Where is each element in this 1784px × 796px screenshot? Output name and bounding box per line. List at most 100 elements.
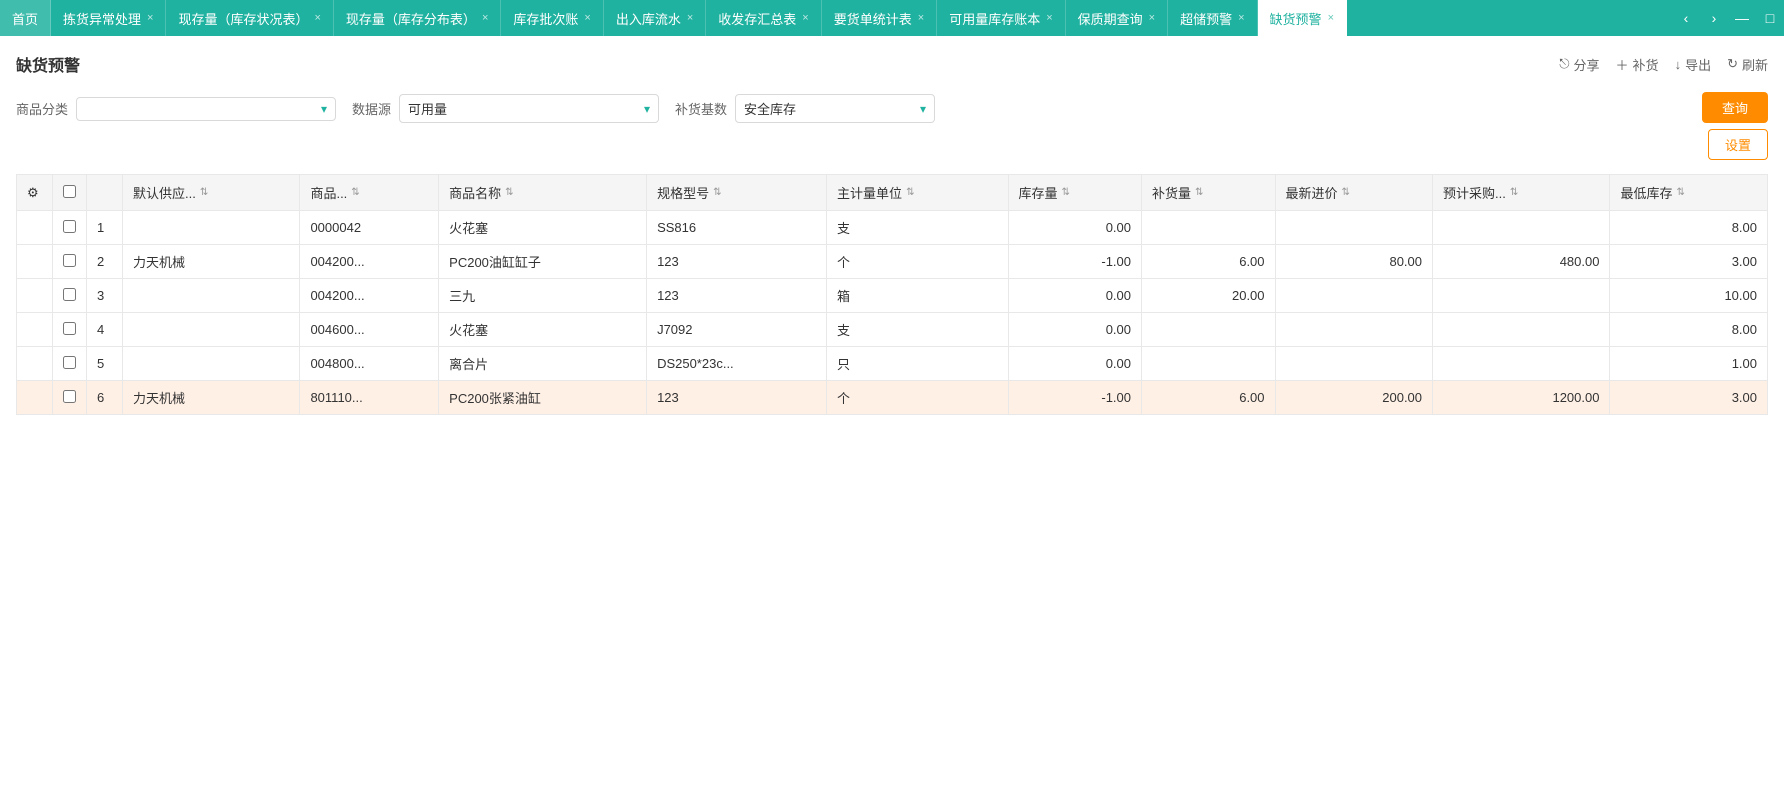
unit: 箱 — [827, 279, 1008, 313]
stock-qty: -1.00 — [1008, 381, 1142, 415]
tab-expiry[interactable]: 保质期查询 × — [1066, 0, 1168, 36]
th-product-code[interactable]: 商品... ⇅ — [300, 175, 439, 211]
tab-available-ledger[interactable]: 可用量库存账本 × — [937, 0, 1065, 36]
refresh-icon: ↻ — [1727, 56, 1738, 72]
close-tab-shortage[interactable]: × — [1328, 12, 1334, 24]
replenish-icon: ＋ — [1616, 55, 1629, 74]
refresh-button[interactable]: ↻ 刷新 — [1727, 55, 1768, 74]
tab-inventory-dist[interactable]: 现存量（库存分布表） × — [334, 0, 501, 36]
page-title: 缺货预警 — [16, 52, 80, 76]
checkbox-cell[interactable] — [53, 347, 87, 381]
sort-spec-icon: ⇅ — [713, 187, 721, 198]
row-num: 4 — [87, 313, 123, 347]
replenish-qty: 6.00 — [1142, 245, 1276, 279]
th-replenish-qty[interactable]: 补货量 ⇅ — [1142, 175, 1276, 211]
checkbox-cell[interactable] — [53, 211, 87, 245]
tab-overstock[interactable]: 超储预警 × — [1168, 0, 1257, 36]
th-unit[interactable]: 主计量单位 ⇅ — [827, 175, 1008, 211]
table-row: 5004800...离合片DS250*23c...只0.001.00 — [17, 347, 1768, 381]
tab-bar: 首页 拣货异常处理 × 现存量（库存状况表） × 现存量（库存分布表） × 库存… — [0, 0, 1784, 36]
stock-qty: 0.00 — [1008, 279, 1142, 313]
stock-qty: 0.00 — [1008, 211, 1142, 245]
maximize-btn[interactable]: □ — [1756, 0, 1784, 36]
checkbox-cell[interactable] — [53, 279, 87, 313]
datasource-value: 可用量 — [408, 99, 447, 118]
row-checkbox-3[interactable] — [63, 322, 76, 335]
product-name: 火花塞 — [439, 211, 647, 245]
product-code: 0000042 — [300, 211, 439, 245]
row-num: 1 — [87, 211, 123, 245]
close-tab-inout-flow[interactable]: × — [687, 12, 693, 24]
latest-price — [1275, 313, 1432, 347]
checkbox-cell[interactable] — [53, 245, 87, 279]
row-checkbox-2[interactable] — [63, 288, 76, 301]
unit: 个 — [827, 381, 1008, 415]
close-tab-exception[interactable]: × — [147, 12, 153, 24]
category-chevron-icon: ▾ — [321, 102, 327, 116]
settings-button[interactable]: 设置 — [1708, 129, 1768, 160]
category-filter-group: 商品分类 ▾ — [16, 97, 336, 121]
th-est-purchase[interactable]: 预计采购... ⇅ — [1433, 175, 1610, 211]
replenish-qty — [1142, 211, 1276, 245]
row-num: 6 — [87, 381, 123, 415]
th-latest-price[interactable]: 最新进价 ⇅ — [1275, 175, 1432, 211]
row-checkbox-1[interactable] — [63, 254, 76, 267]
table-header: ⚙ 默认供应... ⇅ 商品... ⇅ — [17, 175, 1768, 211]
tab-order-stats[interactable]: 要货单统计表 × — [822, 0, 937, 36]
tab-shortage[interactable]: 缺货预警 × — [1258, 0, 1347, 36]
close-tab-inventory-dist[interactable]: × — [482, 12, 488, 24]
th-default-supplier[interactable]: 默认供应... ⇅ — [123, 175, 300, 211]
tab-next-btn[interactable]: › — [1700, 0, 1728, 36]
min-stock: 8.00 — [1610, 313, 1768, 347]
row-checkbox-0[interactable] — [63, 220, 76, 233]
select-all-checkbox[interactable] — [63, 185, 76, 198]
th-spec[interactable]: 规格型号 ⇅ — [647, 175, 827, 211]
stock-qty: 0.00 — [1008, 347, 1142, 381]
close-tab-overstock[interactable]: × — [1238, 12, 1244, 24]
min-stock: 10.00 — [1610, 279, 1768, 313]
close-tab-inventory-status[interactable]: × — [314, 12, 320, 24]
tab-batch[interactable]: 库存批次账 × — [501, 0, 603, 36]
th-stock-qty[interactable]: 库存量 ⇅ — [1008, 175, 1142, 211]
query-button[interactable]: 查询 — [1702, 92, 1768, 123]
checkbox-cell[interactable] — [53, 381, 87, 415]
close-tab-collect-summary[interactable]: × — [802, 12, 808, 24]
spec: SS816 — [647, 211, 827, 245]
datasource-select[interactable]: 可用量 ▾ — [399, 94, 659, 123]
replenish-button[interactable]: ＋ 补货 — [1616, 55, 1659, 74]
close-tab-available-ledger[interactable]: × — [1046, 12, 1052, 24]
tab-exception[interactable]: 拣货异常处理 × — [51, 0, 166, 36]
spec: J7092 — [647, 313, 827, 347]
product-code: 004200... — [300, 279, 439, 313]
gear-cell — [17, 211, 53, 245]
tab-prev-btn[interactable]: ‹ — [1672, 0, 1700, 36]
sort-supplier-icon: ⇅ — [200, 187, 208, 198]
sort-replenish-icon: ⇅ — [1195, 187, 1203, 198]
close-tab-order-stats[interactable]: × — [918, 12, 924, 24]
category-select[interactable]: ▾ — [76, 97, 336, 121]
row-checkbox-4[interactable] — [63, 356, 76, 369]
close-tab-batch[interactable]: × — [584, 12, 590, 24]
tab-inventory-status[interactable]: 现存量（库存状况表） × — [166, 0, 333, 36]
share-button[interactable]: ⎋ 分享 — [1559, 55, 1599, 74]
replenish-base-select[interactable]: 安全库存 ▾ — [735, 94, 935, 123]
th-product-name[interactable]: 商品名称 ⇅ — [439, 175, 647, 211]
datasource-filter-group: 数据源 可用量 ▾ — [352, 94, 659, 123]
minimize-btn[interactable]: — — [1728, 0, 1756, 36]
close-tab-expiry[interactable]: × — [1149, 12, 1155, 24]
tab-collect-summary[interactable]: 收发存汇总表 × — [706, 0, 821, 36]
checkbox-cell[interactable] — [53, 313, 87, 347]
min-stock: 3.00 — [1610, 245, 1768, 279]
export-button[interactable]: ↓ 导出 — [1675, 55, 1712, 74]
gear-cell — [17, 313, 53, 347]
row-checkbox-5[interactable] — [63, 390, 76, 403]
table-row: 3004200...三九123箱0.0020.0010.00 — [17, 279, 1768, 313]
gear-cell — [17, 381, 53, 415]
unit: 支 — [827, 313, 1008, 347]
th-min-stock[interactable]: 最低库存 ⇅ — [1610, 175, 1768, 211]
est-purchase — [1433, 347, 1610, 381]
th-gear[interactable]: ⚙ — [17, 175, 53, 211]
tab-home[interactable]: 首页 — [0, 0, 51, 36]
category-label: 商品分类 — [16, 99, 68, 118]
tab-inout-flow[interactable]: 出入库流水 × — [604, 0, 706, 36]
